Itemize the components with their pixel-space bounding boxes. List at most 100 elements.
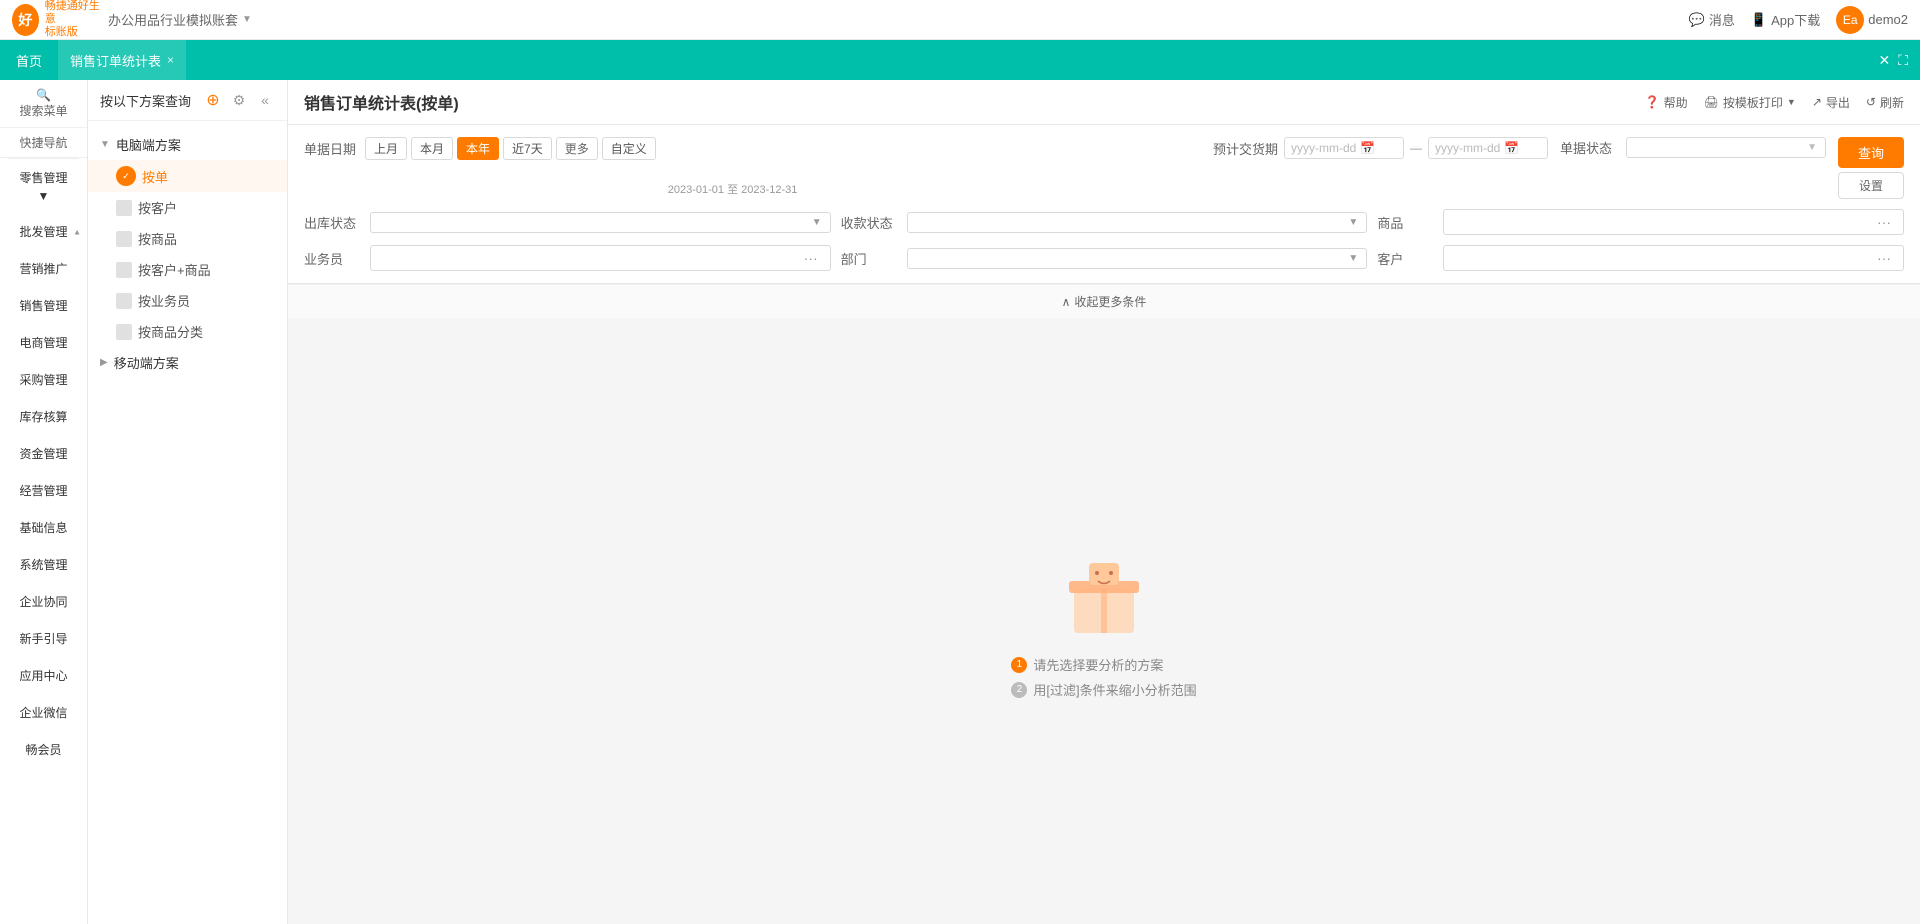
tree-item-by-goods-category[interactable]: 按商品分类 xyxy=(88,316,287,347)
tree-item-by-goods[interactable]: 按商品 xyxy=(88,223,287,254)
left-panel-actions: ⊕ ⚙ « xyxy=(203,90,275,110)
export-button[interactable]: ↗ 导出 xyxy=(1812,94,1850,111)
customer-filter: 客户 ··· xyxy=(1377,245,1904,271)
empty-hint-1: 1 请先选择要分析的方案 xyxy=(1011,655,1196,674)
salesman-select[interactable]: ··· xyxy=(370,245,831,271)
date-btn-this-month[interactable]: 本月 xyxy=(411,137,453,160)
department-select[interactable]: ▼ xyxy=(907,248,1368,269)
selected-indicator: ✓ xyxy=(116,166,136,186)
app-selector[interactable]: 办公用品行业模拟账套 ▼ xyxy=(108,10,1681,29)
status-filter-group: 单据状态 ▼ xyxy=(1560,137,1826,158)
sidebar-item-wechat[interactable]: 企业微信 xyxy=(0,694,87,731)
left-panel-header: 按以下方案查询 ⊕ ⚙ « xyxy=(88,80,287,121)
date-btn-this-year[interactable]: 本年 xyxy=(457,137,499,160)
tree-item-icon xyxy=(116,200,132,216)
print-button[interactable]: 🖨 按模板打印 ▼ xyxy=(1704,94,1796,111)
payment-status-select[interactable]: ▼ xyxy=(907,212,1368,233)
tree-item-icon xyxy=(116,293,132,309)
more-options-icon[interactable]: ··· xyxy=(1873,214,1895,230)
collapse-bar[interactable]: ∧ 收起更多条件 xyxy=(288,284,1920,318)
filter-row-1: 单据日期 上月 本月 本年 近7天 更多 自定义 2023-01-01 至 20… xyxy=(304,137,1904,199)
sidebar-item-inventory[interactable]: 库存核算 xyxy=(0,398,87,435)
sidebar-item-member[interactable]: 畅会员 xyxy=(0,731,87,768)
tree-group-mobile: ▶ 移动端方案 xyxy=(88,347,287,378)
top-bar: 好 畅捷通好生意 标账版 办公用品行业模拟账套 ▼ 💬 消息 📱 App下载 E… xyxy=(0,0,1920,40)
tree-item-by-customer-goods[interactable]: 按客户+商品 xyxy=(88,254,287,285)
add-plan-button[interactable]: ⊕ xyxy=(203,90,223,110)
department-filter: 部门 ▼ xyxy=(841,245,1368,271)
settings-plan-button[interactable]: ⚙ xyxy=(229,90,249,110)
app-download-button[interactable]: 📱 App下载 xyxy=(1751,10,1820,29)
sidebar-item-zero-retail[interactable]: 零售管理 xyxy=(0,159,87,213)
help-button[interactable]: ❓ 帮助 xyxy=(1645,94,1688,111)
date-quick-buttons: 上月 本月 本年 近7天 更多 自定义 xyxy=(365,137,656,160)
sidebar-item-purchase[interactable]: 采购管理 xyxy=(0,361,87,398)
filter-row-2: 出库状态 ▼ 收款状态 ▼ 商品 xyxy=(304,209,1904,235)
plus-icon: ⊕ xyxy=(206,90,219,110)
date-separator: — xyxy=(1410,141,1422,155)
chevron-down-icon: ▼ xyxy=(1348,217,1358,228)
set-button[interactable]: 设置 xyxy=(1838,172,1904,199)
settings-icon: ⚙ xyxy=(233,92,246,109)
query-button[interactable]: 查询 xyxy=(1838,137,1904,168)
sidebar-item-sales[interactable]: 销售管理 xyxy=(0,287,87,324)
search-icon: 🔍 xyxy=(8,88,79,102)
payment-status-filter: 收款状态 ▼ xyxy=(841,209,1368,235)
collapse-icon: « xyxy=(261,92,269,108)
sidebar-item-basic[interactable]: 基础信息 xyxy=(0,509,87,546)
date-btn-7days[interactable]: 近7天 xyxy=(503,137,552,160)
goods-select[interactable]: ··· xyxy=(1443,209,1904,235)
status-select[interactable]: ▼ xyxy=(1626,137,1826,158)
sidebar-item-appcenter[interactable]: 应用中心 xyxy=(0,657,87,694)
date-btn-last-month[interactable]: 上月 xyxy=(365,137,407,160)
date-btn-custom[interactable]: 自定义 xyxy=(602,137,656,160)
user-menu[interactable]: Ea demo2 xyxy=(1836,6,1908,34)
chevron-down-icon: ▼ xyxy=(1787,97,1796,107)
collapse-panel-button[interactable]: « xyxy=(255,90,275,110)
tree-item-icon xyxy=(116,262,132,278)
refresh-button[interactable]: ↺ 刷新 xyxy=(1866,94,1904,111)
empty-hints: 1 请先选择要分析的方案 2 用[过滤]条件来缩小分析范围 xyxy=(1011,655,1196,699)
close-window-icon[interactable]: ✕ xyxy=(1878,52,1890,69)
sidebar-item-wholesale[interactable]: 批发管理 xyxy=(0,213,87,250)
more-options-icon[interactable]: ··· xyxy=(800,250,822,266)
expected-date-to-input[interactable]: yyyy-mm-dd 📅 xyxy=(1428,137,1548,159)
chevron-down-icon: ▼ xyxy=(1807,142,1817,153)
customer-select[interactable]: ··· xyxy=(1443,245,1904,271)
expected-date-from-input[interactable]: yyyy-mm-dd 📅 xyxy=(1284,137,1404,159)
sidebar-item-newbie[interactable]: 新手引导 xyxy=(0,620,87,657)
sidebar-item-system[interactable]: 系统管理 xyxy=(0,546,87,583)
tab-home[interactable]: 首页 xyxy=(0,40,58,80)
more-options-icon[interactable]: ··· xyxy=(1873,250,1895,266)
sidebar-search[interactable]: 🔍 搜索菜单 xyxy=(0,80,87,128)
sidebar-item-ecommerce[interactable]: 电商管理 xyxy=(0,324,87,361)
tree-item-by-order[interactable]: ✓ 按单 xyxy=(88,160,287,192)
tree-item-by-customer[interactable]: 按客户 xyxy=(88,192,287,223)
tree-item-by-salesman[interactable]: 按业务员 xyxy=(88,285,287,316)
sidebar-item-operation[interactable]: 经营管理 xyxy=(0,472,87,509)
page-toolbar: ❓ 帮助 🖨 按模板打印 ▼ ↗ 导出 ↺ 刷新 xyxy=(1645,94,1904,111)
date-filter-group: 单据日期 上月 本月 本年 近7天 更多 自定义 xyxy=(304,137,656,160)
tree-item-icon xyxy=(116,231,132,247)
tab-sales-order-stats[interactable]: 销售订单统计表 × xyxy=(58,40,186,80)
calendar-icon: 📅 xyxy=(1504,141,1519,155)
sidebar-quick-nav[interactable]: 快捷导航 xyxy=(0,128,87,158)
page-title-bar: 销售订单统计表(按单) ❓ 帮助 🖨 按模板打印 ▼ ↗ 导出 xyxy=(288,80,1920,125)
delivery-status-select[interactable]: ▼ xyxy=(370,212,831,233)
sidebar-item-marketing[interactable]: 营销推广 xyxy=(0,250,87,287)
page-title: 销售订单统计表(按单) xyxy=(304,90,459,114)
content-area: 按以下方案查询 ⊕ ⚙ « ▼ 电脑端方案 xyxy=(88,80,1920,924)
maximize-window-icon[interactable]: ⛶ xyxy=(1898,52,1908,69)
top-right-actions: 💬 消息 📱 App下载 Ea demo2 xyxy=(1689,6,1908,34)
sidebar-item-finance[interactable]: 资金管理 xyxy=(0,435,87,472)
message-button[interactable]: 💬 消息 xyxy=(1689,10,1735,29)
tab-close-icon[interactable]: × xyxy=(167,53,174,67)
tree-group-desktop-header[interactable]: ▼ 电脑端方案 xyxy=(88,129,287,160)
hint-number-2: 2 xyxy=(1011,682,1027,698)
chevron-up-icon: ∧ xyxy=(1062,295,1071,309)
empty-hint-2: 2 用[过滤]条件来缩小分析范围 xyxy=(1011,680,1196,699)
tree-group-mobile-header[interactable]: ▶ 移动端方案 xyxy=(88,347,287,378)
filter-row-3: 业务员 ··· 部门 ▼ 客户 xyxy=(304,245,1904,271)
date-btn-more[interactable]: 更多 xyxy=(556,137,598,160)
sidebar-item-enterprise[interactable]: 企业协同 xyxy=(0,583,87,620)
